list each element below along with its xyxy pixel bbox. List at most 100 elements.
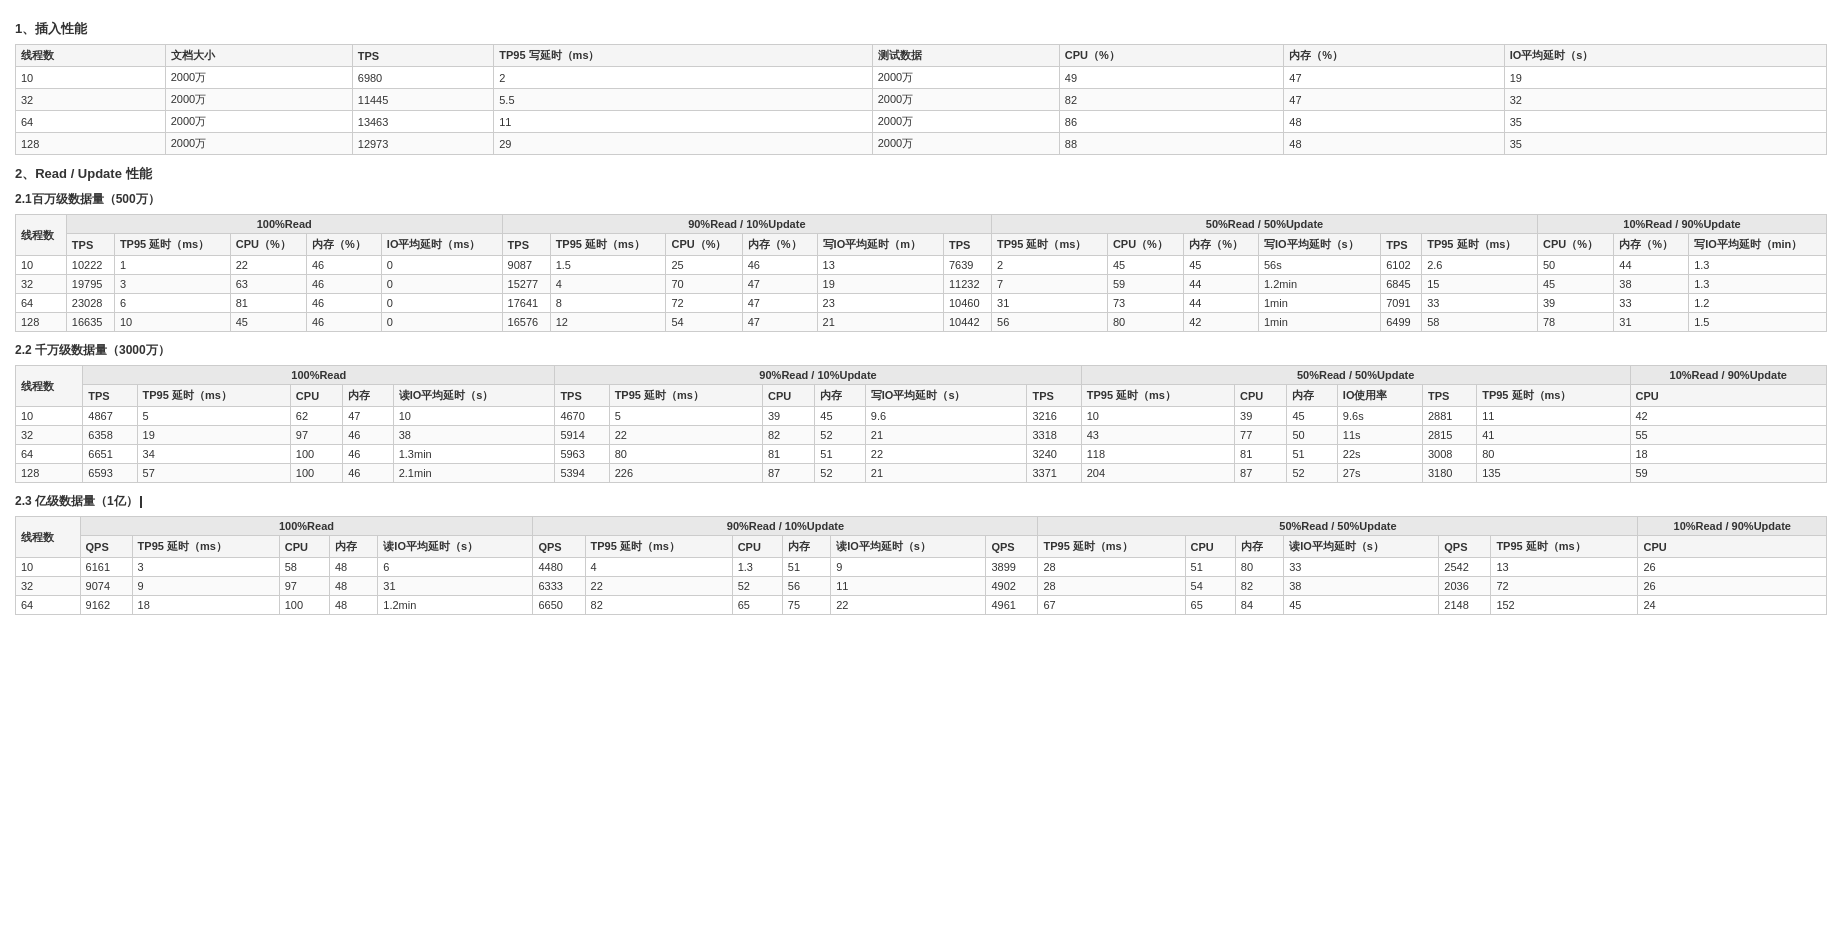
s22-sh1: TPS <box>83 385 137 407</box>
s1-h6: CPU（%） <box>1059 45 1284 67</box>
table-row: 106161358486448041.351938992851803325421… <box>16 558 1827 577</box>
s22-sh4: 内存 <box>343 385 393 407</box>
s22-sh16: TPS <box>1422 385 1476 407</box>
section2-title: 2、Read / Update 性能 <box>15 165 1827 183</box>
s21-group4: 10%Read / 90%Update <box>1538 215 1827 234</box>
s1-h7: 内存（%） <box>1284 45 1504 67</box>
s22-sh8: CPU <box>762 385 814 407</box>
s21-sh4: 内存（%） <box>306 234 381 256</box>
table-row: 321979536346015277470471911232759441.2mi… <box>16 275 1827 294</box>
s23-sh1: QPS <box>80 536 132 558</box>
s22-sh7: TP95 延时（ms） <box>609 385 762 407</box>
s21-group3: 50%Read / 50%Update <box>992 215 1538 234</box>
s21-sh13: CPU（%） <box>1107 234 1183 256</box>
s21-sh9: 内存（%） <box>742 234 817 256</box>
s21-sh7: TP95 延时（ms） <box>550 234 666 256</box>
s21-sh18: CPU（%） <box>1538 234 1614 256</box>
s21-sh3: CPU（%） <box>230 234 306 256</box>
section23-table: 线程数 100%Read 90%Read / 10%Update 50%Read… <box>15 516 1827 615</box>
s21-sh16: TPS <box>1381 234 1422 256</box>
s21-thread-header: 线程数 <box>16 215 67 256</box>
table-row: 1281663510454601657612544721104425680421… <box>16 313 1827 332</box>
s22-sh2: TP95 延时（ms） <box>137 385 290 407</box>
section21: 2.1百万级数据量（500万） 线程数 100%Read 90%Read / 1… <box>15 191 1827 332</box>
s22-sh15: IO使用率 <box>1337 385 1422 407</box>
s23-sh11: QPS <box>986 536 1038 558</box>
s22-sh17: TP95 延时（ms） <box>1477 385 1630 407</box>
s21-sh8: CPU（%） <box>666 234 742 256</box>
s21-sh20: 写IO平均延时（min） <box>1689 234 1827 256</box>
section23: 2.3 亿级数据量（1亿） 线程数 100%Read 90%Read / 10%… <box>15 493 1827 615</box>
s23-sh16: QPS <box>1439 536 1491 558</box>
s22-group1: 100%Read <box>83 366 555 385</box>
section23-title: 2.3 亿级数据量（1亿） <box>15 493 1827 510</box>
table-row: 128659357100462.1min53942268752213371204… <box>16 464 1827 483</box>
s22-group3: 50%Read / 50%Update <box>1081 366 1630 385</box>
s1-h4: TP95 写延时（ms） <box>494 45 872 67</box>
table-row: 102000万698022000万494719 <box>16 67 1827 89</box>
s22-sh5: 读IO平均延时（s） <box>393 385 555 407</box>
s23-sh15: 读IO平均延时（s） <box>1284 536 1439 558</box>
section22-title: 2.2 千万级数据量（3000万） <box>15 342 1827 359</box>
s21-group2: 90%Read / 10%Update <box>502 215 991 234</box>
s23-sh10: 读IO平均延时（s） <box>831 536 986 558</box>
section22: 2.2 千万级数据量（3000万） 线程数 100%Read 90%Read /… <box>15 342 1827 483</box>
s23-group3: 50%Read / 50%Update <box>1038 517 1638 536</box>
table-row: 64916218100481.2min665082657522496167658… <box>16 596 1827 615</box>
s23-group4: 10%Read / 90%Update <box>1638 517 1827 536</box>
s22-sh10: 写IO平均延时（s） <box>865 385 1027 407</box>
s21-sh11: TPS <box>944 234 992 256</box>
s22-sh3: CPU <box>290 385 342 407</box>
s23-sh6: QPS <box>533 536 585 558</box>
s23-sh14: 内存 <box>1235 536 1283 558</box>
s21-sh19: 内存（%） <box>1614 234 1689 256</box>
s23-sh12: TP95 延时（ms） <box>1038 536 1185 558</box>
s21-sh1: TPS <box>66 234 114 256</box>
s1-h3: TPS <box>352 45 493 67</box>
s1-h2: 文档大小 <box>165 45 352 67</box>
s23-sh4: 内存 <box>329 536 377 558</box>
s21-group1: 100%Read <box>66 215 502 234</box>
s23-sh7: TP95 延时（ms） <box>585 536 732 558</box>
table-row: 32635819974638591422825221331843775011s2… <box>16 426 1827 445</box>
section21-table: 线程数 100%Read 90%Read / 10%Update 50%Read… <box>15 214 1827 332</box>
s23-group2: 90%Read / 10%Update <box>533 517 1038 536</box>
s23-sh17: TP95 延时（ms） <box>1491 536 1638 558</box>
s22-group2: 90%Read / 10%Update <box>555 366 1081 385</box>
s1-h8: IO平均延时（s） <box>1504 45 1826 67</box>
table-row: 101022212246090871.525461376392454556s61… <box>16 256 1827 275</box>
section21-title: 2.1百万级数据量（500万） <box>15 191 1827 208</box>
table-row: 322000万114455.52000万824732 <box>16 89 1827 111</box>
s21-sh2: TP95 延时（ms） <box>114 234 230 256</box>
section1-table: 线程数 文档大小 TPS TP95 写延时（ms） 测试数据 CPU（%） 内存… <box>15 44 1827 155</box>
s21-sh6: TPS <box>502 234 550 256</box>
table-row: 1282000万12973292000万884835 <box>16 133 1827 155</box>
s21-sh14: 内存（%） <box>1184 234 1259 256</box>
table-row: 64665134100461.3min596380815122324011881… <box>16 445 1827 464</box>
table-row: 3290749974831633322525611490228548238203… <box>16 577 1827 596</box>
s23-sh8: CPU <box>732 536 782 558</box>
table-row: 642000万13463112000万864835 <box>16 111 1827 133</box>
s22-sh14: 内存 <box>1287 385 1337 407</box>
s21-sh17: TP95 延时（ms） <box>1422 234 1538 256</box>
section1: 1、插入性能 线程数 文档大小 TPS TP95 写延时（ms） 测试数据 CP… <box>15 20 1827 155</box>
s22-sh9: 内存 <box>815 385 865 407</box>
s22-sh11: TPS <box>1027 385 1081 407</box>
s23-sh2: TP95 延时（ms） <box>132 536 279 558</box>
s23-sh9: 内存 <box>782 536 830 558</box>
s21-sh10: 写IO平均延时（m） <box>817 234 943 256</box>
s21-sh5: IO平均延时（ms） <box>381 234 502 256</box>
s22-thread-header: 线程数 <box>16 366 83 407</box>
cursor-indicator <box>140 496 142 508</box>
section1-title: 1、插入性能 <box>15 20 1827 38</box>
s21-sh15: 写IO平均延时（s） <box>1259 234 1381 256</box>
s1-h1: 线程数 <box>16 45 166 67</box>
s23-sh5: 读IO平均延时（s） <box>378 536 533 558</box>
s22-sh12: TP95 延时（ms） <box>1081 385 1234 407</box>
table-row: 10486756247104670539459.632161039459.6s2… <box>16 407 1827 426</box>
s22-sh18: CPU <box>1630 385 1827 407</box>
s23-group1: 100%Read <box>80 517 533 536</box>
section22-table: 线程数 100%Read 90%Read / 10%Update 50%Read… <box>15 365 1827 483</box>
s23-sh13: CPU <box>1185 536 1235 558</box>
s23-thread-header: 线程数 <box>16 517 81 558</box>
